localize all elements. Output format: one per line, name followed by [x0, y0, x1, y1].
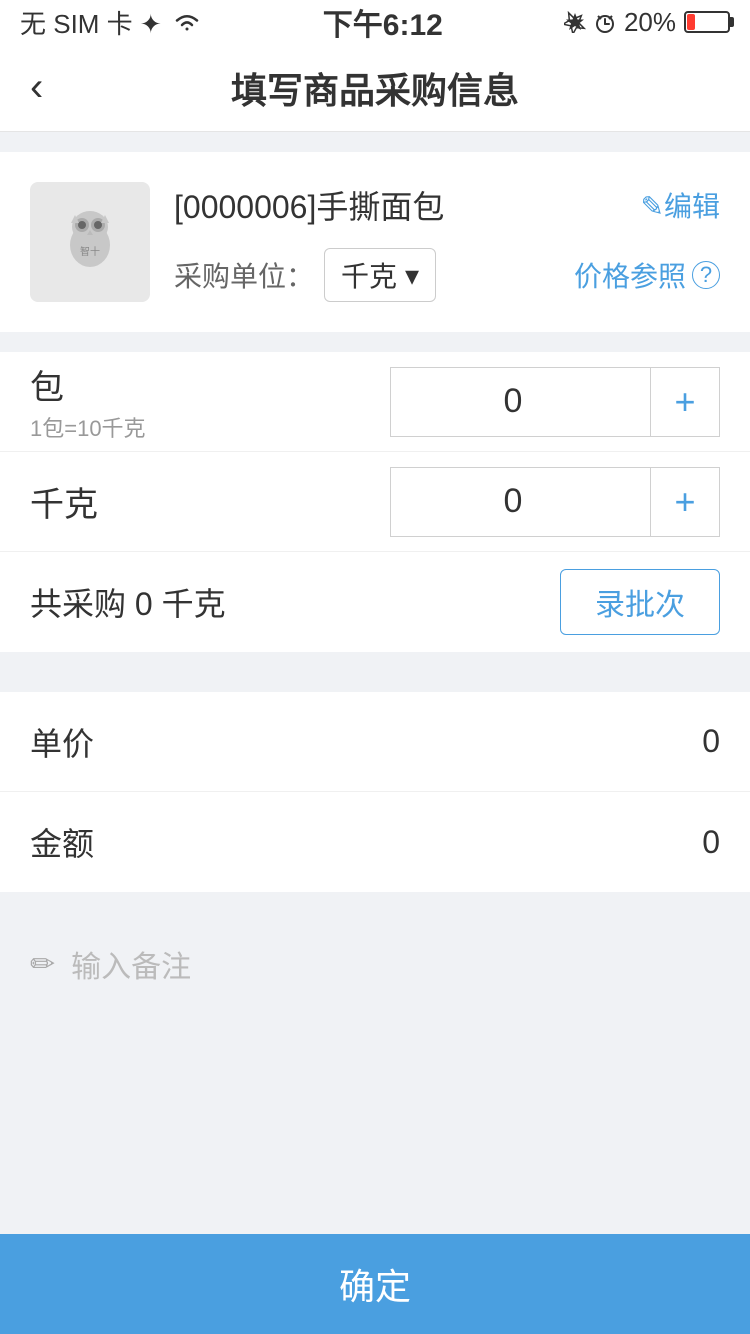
- product-name-row: [0000006]手撕面包 ✎编辑: [174, 182, 720, 228]
- remark-placeholder: 输入备注: [71, 942, 191, 986]
- unit-arrow: ▾: [405, 259, 419, 292]
- section-divider-2: [0, 652, 750, 672]
- section-divider-1: [0, 332, 750, 352]
- back-button[interactable]: ‹: [30, 65, 43, 110]
- kg-input-right: +: [150, 467, 720, 537]
- unit-select[interactable]: 千克 ▾: [324, 248, 436, 302]
- unit-value: 千克: [341, 255, 397, 295]
- price-section: 单价 0 金额 0: [0, 692, 750, 892]
- quantity-input-section: 包 1包=10千克 + 千克 +: [0, 352, 750, 552]
- kg-plus-button[interactable]: +: [650, 467, 720, 537]
- status-right: 20%: [564, 7, 730, 38]
- unit-price-label: 单价: [30, 719, 94, 765]
- kg-label-group: 千克: [30, 477, 150, 526]
- alarm-icon: [594, 11, 616, 33]
- kg-input-row: 千克 +: [0, 452, 750, 552]
- kg-label: 千克: [30, 477, 150, 526]
- amount-value: 0: [702, 824, 720, 861]
- nav-bar: ‹ 填写商品采购信息: [0, 44, 750, 132]
- amount-row: 金额 0: [0, 792, 750, 892]
- svg-text:智十: 智十: [80, 245, 100, 258]
- summary-text: 共采购 0 千克: [30, 579, 226, 625]
- sim-status: 无 SIM 卡 ✦: [20, 4, 162, 41]
- price-ref-label: 价格参照: [574, 255, 686, 295]
- amount-label: 金额: [30, 819, 94, 865]
- bag-label-group: 包 1包=10千克: [30, 360, 150, 443]
- battery-icon: [684, 11, 730, 33]
- bag-quantity-input[interactable]: [390, 367, 650, 437]
- bag-plus-button[interactable]: +: [650, 367, 720, 437]
- edit-button[interactable]: ✎编辑: [641, 185, 720, 225]
- bag-input-right: +: [150, 367, 720, 437]
- battery-percent: 20%: [624, 7, 676, 38]
- unit-price-row: 单价 0: [0, 692, 750, 792]
- bag-sublabel: 1包=10千克: [30, 411, 150, 443]
- unit-label: 采购单位：: [174, 255, 314, 295]
- product-info: [0000006]手撕面包 ✎编辑 采购单位： 千克 ▾ 价格参照 ?: [174, 182, 720, 302]
- confirm-button[interactable]: 确定: [0, 1234, 750, 1334]
- status-time: 下午6:12: [323, 0, 443, 44]
- product-logo: 智十: [55, 203, 125, 282]
- unit-price-value: 0: [702, 723, 720, 760]
- pencil-icon: ✏: [30, 947, 55, 982]
- product-card: 智十 [0000006]手撕面包 ✎编辑 采购单位： 千克 ▾ 价格参照 ?: [0, 152, 750, 332]
- summary-row: 共采购 0 千克 录批次: [0, 552, 750, 652]
- wifi-icon: [172, 11, 202, 33]
- kg-quantity-input[interactable]: [390, 467, 650, 537]
- product-image: 智十: [30, 182, 150, 302]
- purchase-unit-row: 采购单位： 千克 ▾ 价格参照 ?: [174, 248, 720, 302]
- price-ref-help-icon: ?: [692, 261, 720, 289]
- status-left: 无 SIM 卡 ✦: [20, 4, 202, 41]
- price-reference-button[interactable]: 价格参照 ?: [574, 255, 720, 295]
- bag-input-row: 包 1包=10千克 +: [0, 352, 750, 452]
- remark-section[interactable]: ✏ 输入备注: [0, 912, 750, 1016]
- bag-label: 包: [30, 360, 150, 409]
- product-name: [0000006]手撕面包: [174, 182, 444, 228]
- batch-button[interactable]: 录批次: [560, 569, 720, 635]
- page-title: 填写商品采购信息: [231, 62, 519, 114]
- location-icon: [564, 11, 586, 33]
- status-bar: 无 SIM 卡 ✦ 下午6:12 20%: [0, 0, 750, 44]
